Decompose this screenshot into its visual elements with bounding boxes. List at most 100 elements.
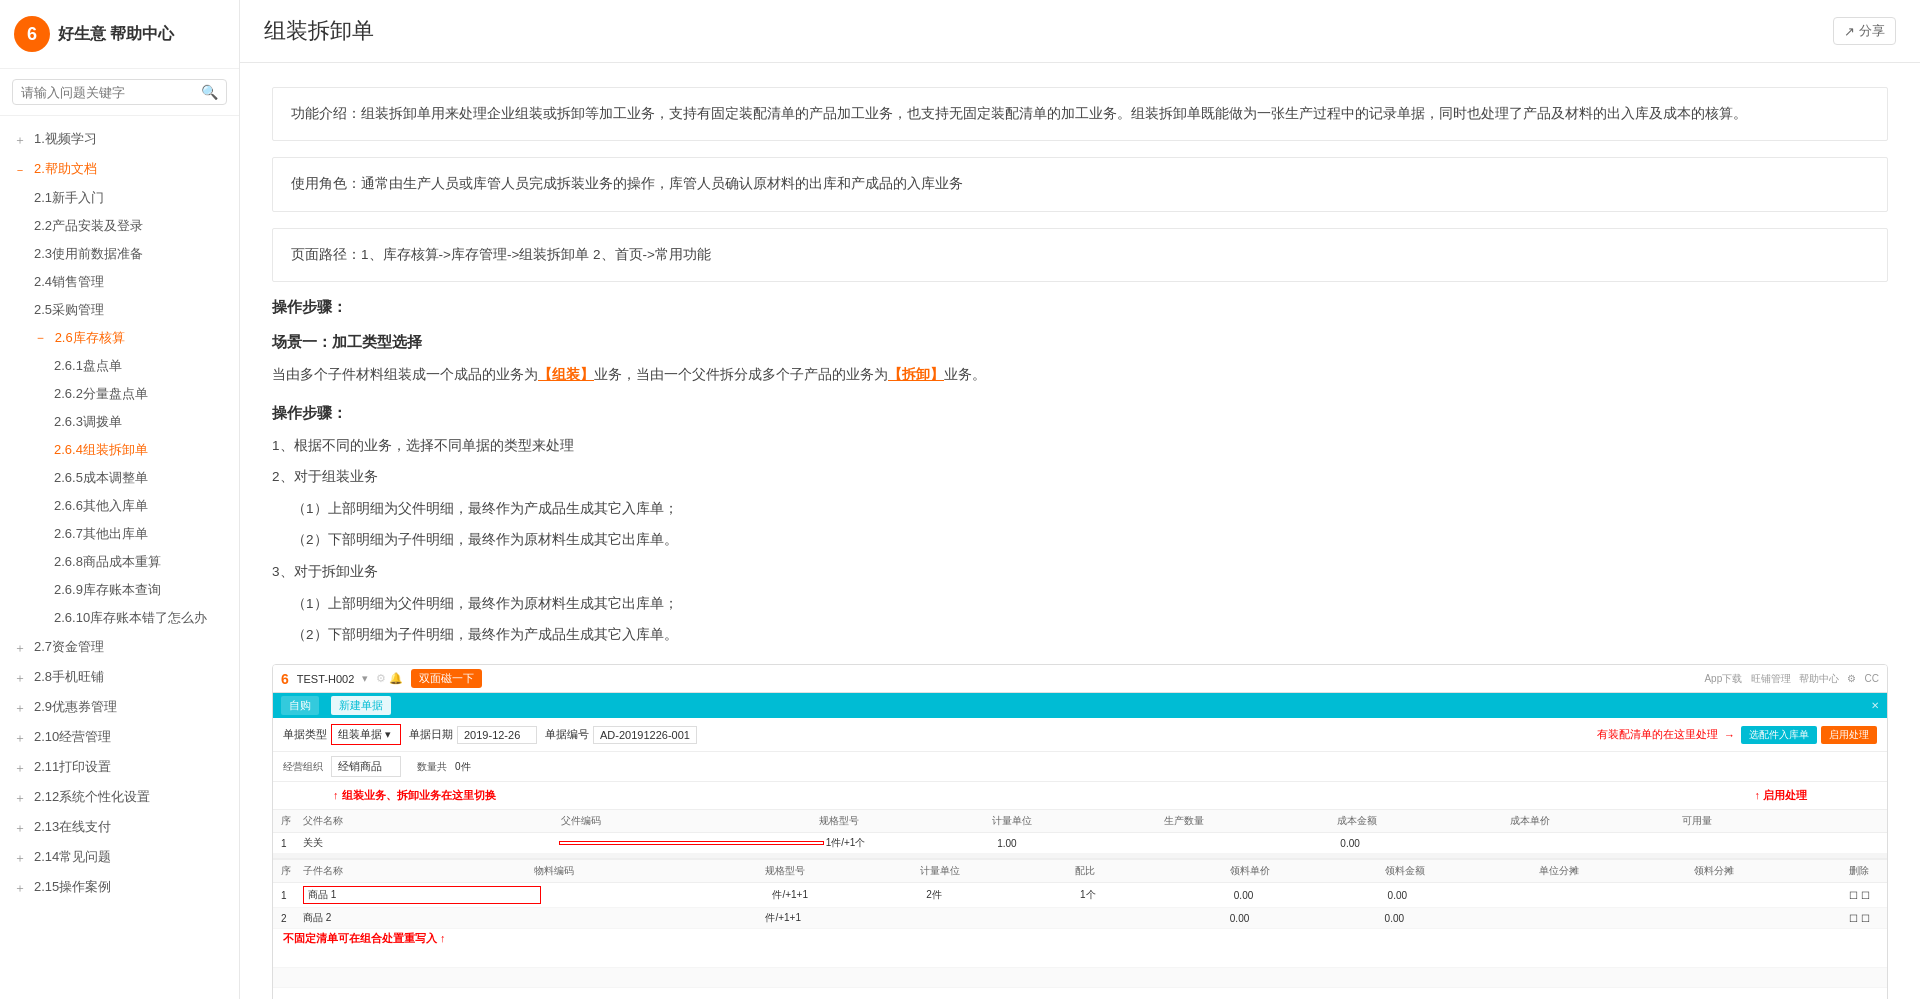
mock-type-select[interactable]: 组装单据 ▾ bbox=[331, 724, 401, 745]
mock-num-value[interactable]: AD-20191226-001 bbox=[593, 726, 697, 744]
sidebar-item-ops[interactable]: ＋ 2.10经营管理 bbox=[0, 722, 239, 752]
role-text: 使用角色：通常由生产人员或库管人员完成拆装业务的操作，库管人员确认原材料的出库和… bbox=[291, 176, 963, 191]
sidebar-item-mobile[interactable]: ＋ 2.8手机旺铺 bbox=[0, 662, 239, 692]
mock-th2-seq: 序 bbox=[281, 864, 301, 878]
mock-td2-pick-price2: 0.00 bbox=[1230, 913, 1383, 924]
sidebar-item-cost-adjust[interactable]: 2.6.5成本调整单 bbox=[40, 464, 239, 492]
sidebar-sub-inventory: 2.6.1盘点单 2.6.2分量盘点单 2.6.3调拨单 2.6.4组装拆卸单 … bbox=[0, 352, 239, 632]
sidebar-item-video-learning[interactable]: ＋ 1.视频学习 bbox=[0, 124, 239, 154]
mock-td2-seq1: 1 bbox=[281, 890, 301, 901]
sidebar-item-payment[interactable]: ＋ 2.13在线支付 bbox=[0, 812, 239, 842]
sidebar-item-coupon[interactable]: ＋ 2.9优惠券管理 bbox=[0, 692, 239, 722]
sidebar-item-partial-stocktake[interactable]: 2.6.2分量盘点单 bbox=[40, 380, 239, 408]
mock-th-cost-amt: 成本金额 bbox=[1337, 814, 1508, 828]
screenshot-area: 6 TEST-H002 ▾ ⚙ 🔔 双面磁一下 App下载 旺铺管理 帮助中心 … bbox=[272, 664, 1888, 999]
sidebar-item-personalize[interactable]: ＋ 2.12系统个性化设置 bbox=[0, 782, 239, 812]
sidebar-item-other-out[interactable]: 2.6.7其他出库单 bbox=[40, 520, 239, 548]
mock-th2-child-name: 子件名称 bbox=[303, 864, 532, 878]
sidebar-item-ledger-error[interactable]: 2.6.10库存账本错了怎么办 bbox=[40, 604, 239, 632]
mock-td2-spec1: 件/+1+1 bbox=[772, 888, 924, 902]
search-input[interactable] bbox=[21, 85, 201, 100]
mock-annotation-table2: 不固定清单可在组合处置重写入 ↑ bbox=[273, 929, 1887, 948]
role-block: 使用角色：通常由生产人员或库管人员完成拆装业务的操作，库管人员确认原材料的出库和… bbox=[272, 157, 1888, 211]
mock-annotation-spacer bbox=[273, 782, 1887, 810]
mock-annotation-apply: ↑ 启用处理 bbox=[1754, 788, 1807, 803]
mock-arrow-up: ↑ bbox=[440, 932, 446, 944]
path-block: 页面路径：1、库存核算->库存管理->组装拆卸单 2、首页->常用功能 bbox=[272, 228, 1888, 282]
mock-td-parent-name1: 关关 bbox=[303, 836, 557, 850]
mock-th-cost-price: 成本单价 bbox=[1510, 814, 1681, 828]
sidebar-sub-help-docs: 2.1新手入门 2.2产品安装及登录 2.3使用前数据准备 2.4销售管理 2.… bbox=[0, 184, 239, 352]
logo-icon: 6 bbox=[14, 16, 50, 52]
plus-icon-print: ＋ bbox=[14, 760, 28, 774]
mock-td2-seq2: 2 bbox=[281, 913, 301, 924]
mock-middle-bar: 经营组织 经销商品 数量共 0件 ↑ 组装业务、拆卸业务在这里切换 ↑ 启用处理 bbox=[273, 752, 1887, 782]
mock-td2-child1[interactable]: 商品 1 bbox=[303, 886, 541, 904]
logo-area: 6 好生意 帮助中心 bbox=[0, 0, 239, 69]
mock-logo: 6 bbox=[281, 671, 289, 687]
sidebar-item-sales[interactable]: 2.4销售管理 bbox=[20, 268, 239, 296]
mock-right-icons: App下载 旺铺管理 帮助中心 ⚙ CC bbox=[1704, 672, 1879, 686]
mock-annotation-table2-text: 不固定清单可在组合处置重写入 bbox=[283, 932, 437, 944]
mock-apply-btn[interactable]: 启用处理 bbox=[1821, 726, 1877, 744]
plus-icon-finance: ＋ bbox=[14, 640, 28, 654]
ops-step-title: 操作步骤： bbox=[272, 404, 1888, 423]
mock-date-field: 单据日期 2019-12-26 bbox=[409, 726, 537, 744]
mock-top-bar: 6 TEST-H002 ▾ ⚙ 🔔 双面磁一下 App下载 旺铺管理 帮助中心 … bbox=[273, 665, 1887, 693]
search-icon[interactable]: 🔍 bbox=[201, 84, 218, 100]
sidebar-item-assembly[interactable]: 2.6.4组装拆卸单 bbox=[40, 436, 239, 464]
sidebar-item-case[interactable]: ＋ 2.15操作案例 bbox=[0, 872, 239, 902]
mock-app-id: TEST-H002 bbox=[297, 673, 354, 685]
sidebar-item-cost-recalc[interactable]: 2.6.8商品成本重算 bbox=[40, 548, 239, 576]
mock-select-btn[interactable]: 选配件入库单 bbox=[1741, 726, 1817, 744]
mock-td2-pick-amt1: 0.00 bbox=[1388, 890, 1540, 901]
mock-th2-unit-share: 单位分摊 bbox=[1539, 864, 1692, 878]
plus-icon-mobile: ＋ bbox=[14, 670, 28, 684]
sidebar-item-data-prep[interactable]: 2.3使用前数据准备 bbox=[20, 240, 239, 268]
mock-th2-spec: 规格型号 bbox=[765, 864, 918, 878]
mock-num-label: 单据编号 bbox=[545, 727, 589, 742]
share-button[interactable]: ↗ 分享 bbox=[1833, 17, 1896, 45]
sidebar-item-faq[interactable]: ＋ 2.14常见问题 bbox=[0, 842, 239, 872]
mock-annotation-top: 有装配清单的在这里处理 → 选配件入库单 启用处理 bbox=[1597, 726, 1877, 744]
mock-date-value[interactable]: 2019-12-26 bbox=[457, 726, 537, 744]
mock-td2-unit1: 2件 bbox=[926, 888, 1078, 902]
sidebar-item-install[interactable]: 2.2产品安装及登录 bbox=[20, 212, 239, 240]
mock-tab-self[interactable]: 自购 bbox=[281, 696, 319, 715]
plus-icon-ops: ＋ bbox=[14, 730, 28, 744]
mock-td2-pick-amt2: 0.00 bbox=[1385, 913, 1538, 924]
mock-org-label: 经营组织 bbox=[283, 760, 323, 774]
mock-td2-del1[interactable]: ☐ ☐ bbox=[1849, 890, 1879, 901]
mock-td2-del2[interactable]: ☐ ☐ bbox=[1849, 913, 1879, 924]
step-1: 1、根据不同的业务，选择不同单据的类型来处理 bbox=[272, 433, 1888, 459]
sidebar-item-inventory[interactable]: － 2.6库存核算 bbox=[20, 324, 239, 352]
sidebar-item-other-in[interactable]: 2.6.6其他入库单 bbox=[40, 492, 239, 520]
sidebar-item-purchase[interactable]: 2.5采购管理 bbox=[20, 296, 239, 324]
mock-table1-header: 序 父件名称 父件编码 规格型号 计量单位 生产数量 成本金额 成本单价 可用量 bbox=[273, 810, 1887, 833]
mock-td2-child2: 商品 2 bbox=[303, 911, 532, 925]
mock-annotation-text-top: 有装配清单的在这里处理 bbox=[1597, 727, 1718, 742]
search-box[interactable]: 🔍 bbox=[12, 79, 227, 105]
mock-org-input[interactable]: 经销商品 bbox=[331, 756, 401, 777]
mock-td-seq1: 1 bbox=[281, 838, 301, 849]
sidebar-item-stocktake[interactable]: 2.6.1盘点单 bbox=[40, 352, 239, 380]
mock-table2-row3 bbox=[273, 948, 1887, 968]
mock-td-parent-code1[interactable] bbox=[559, 841, 823, 845]
mock-table2-header: 序 子件名称 物料编码 规格型号 计量单位 配比 领料单价 领料金额 单位分摊 … bbox=[273, 858, 1887, 883]
sidebar-item-finance[interactable]: ＋ 2.7资金管理 bbox=[0, 632, 239, 662]
mock-tab-new[interactable]: 新建单据 bbox=[331, 696, 391, 715]
sidebar-item-help-docs[interactable]: － 2.帮助文档 bbox=[0, 154, 239, 184]
mock-type-field: 单据类型 组装单据 ▾ bbox=[283, 724, 401, 745]
plus-icon-payment: ＋ bbox=[14, 820, 28, 834]
disassembly-term: 【拆卸】 bbox=[888, 367, 944, 382]
sidebar-item-transfer[interactable]: 2.6.3调拨单 bbox=[40, 408, 239, 436]
top-header: 组装拆卸单 ↗ 分享 bbox=[240, 0, 1920, 63]
mock-date-label: 单据日期 bbox=[409, 727, 453, 742]
sidebar-item-print[interactable]: ＋ 2.11打印设置 bbox=[0, 752, 239, 782]
mock-table2-row2: 2 商品 2 件/+1+1 0.00 0.00 ☐ ☐ bbox=[273, 908, 1887, 929]
mock-td2-spec2: 件/+1+1 bbox=[765, 911, 918, 925]
sidebar-item-ledger-query[interactable]: 2.6.9库存账本查询 bbox=[40, 576, 239, 604]
step-3-1: （1）上部明细为父件明细，最终作为原材料生成其它出库单； bbox=[272, 591, 1888, 617]
mock-tab-btn[interactable]: 双面磁一下 bbox=[411, 669, 482, 688]
sidebar-item-newuser[interactable]: 2.1新手入门 bbox=[20, 184, 239, 212]
